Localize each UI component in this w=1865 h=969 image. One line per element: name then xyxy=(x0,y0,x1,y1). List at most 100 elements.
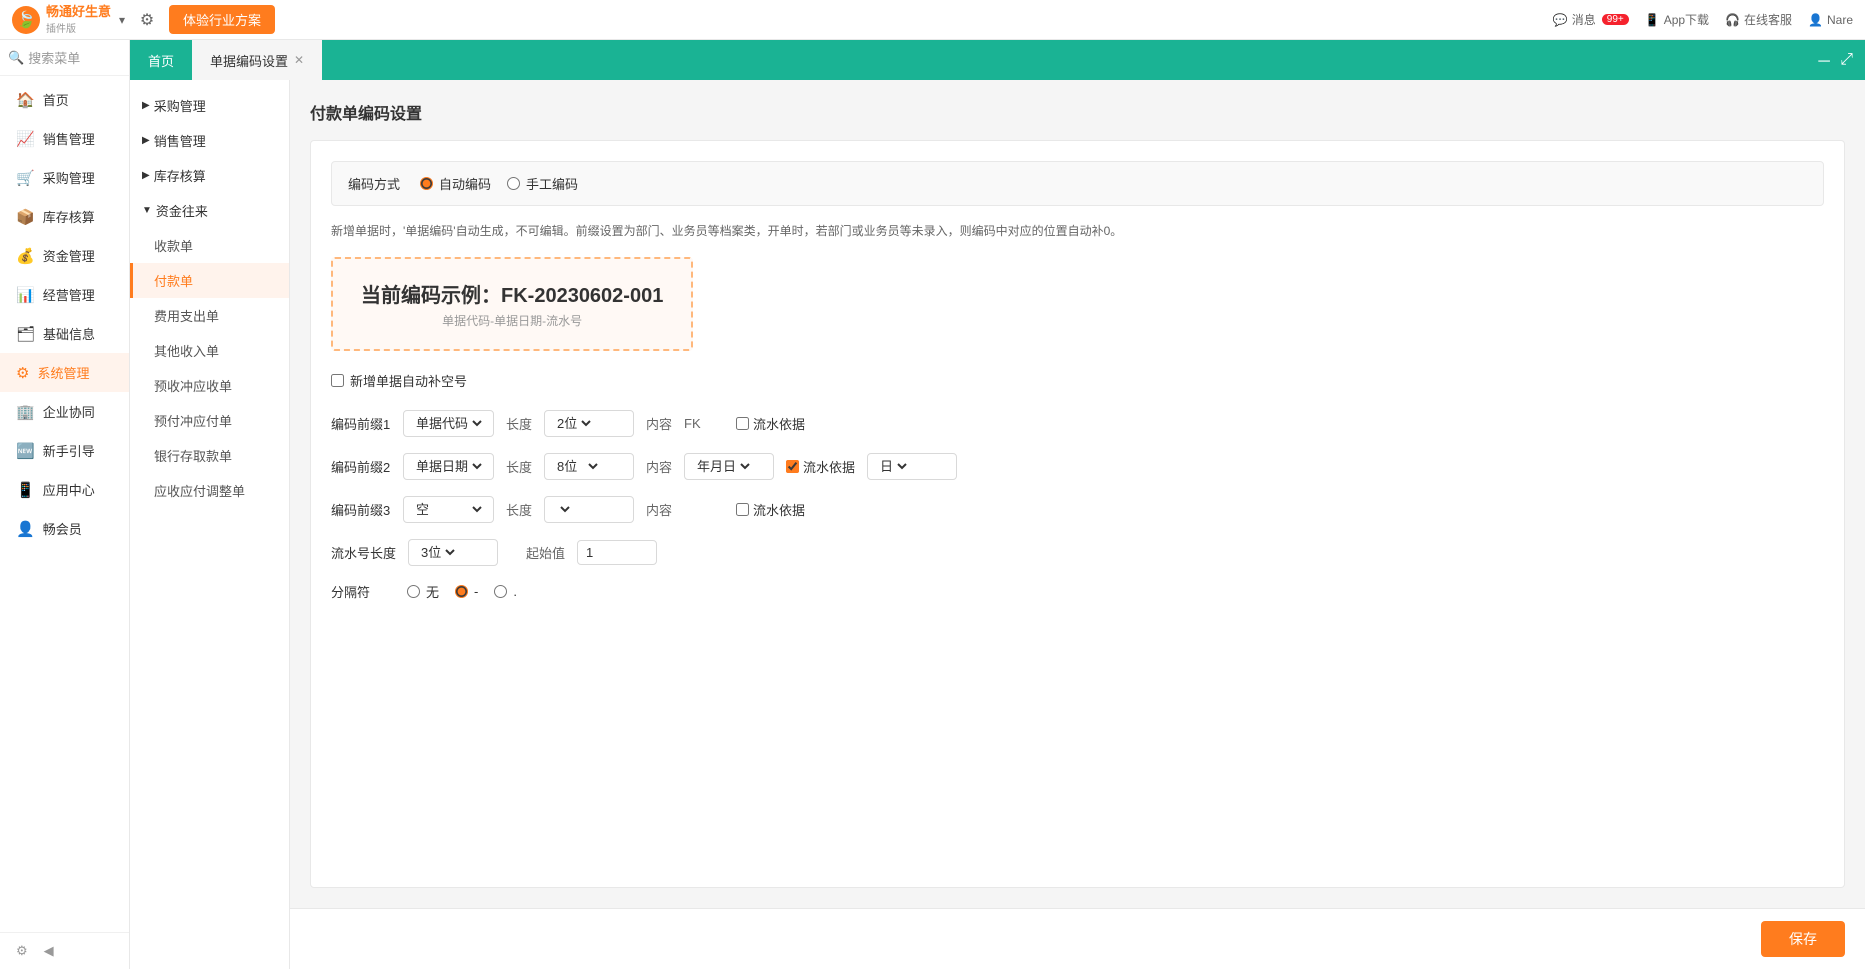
inventory-icon: 📦 xyxy=(16,208,35,226)
online-service-button[interactable]: 🎧 在线客服 xyxy=(1725,11,1792,28)
prefix2-select-input[interactable]: 单据代码 单据日期 部门 业务员 空 xyxy=(412,458,485,475)
prefix2-select[interactable]: 单据代码 单据日期 部门 业务员 空 xyxy=(403,453,494,480)
search-icon: 🔍 xyxy=(8,50,24,66)
auto-code-radio[interactable]: 自动编码 xyxy=(420,174,491,193)
prefix2-content-input[interactable]: 年月日 年月 年 xyxy=(693,458,753,475)
serial-len-input[interactable]: 3位 4位 5位 6位 xyxy=(417,544,458,561)
tab-home-label: 首页 xyxy=(148,51,174,70)
sep-dot-input[interactable] xyxy=(494,585,507,598)
prefix1-row: 编码前缀1 单据代码 单据日期 部门 业务员 空 长度 xyxy=(331,410,1824,437)
sidebar-item-base[interactable]: 🗂 基础信息 xyxy=(0,314,129,353)
sidebar-item-sales[interactable]: 📈 销售管理 xyxy=(0,119,129,158)
footer-settings-icon[interactable]: ⚙ xyxy=(16,943,28,959)
sidebar-item-enterprise[interactable]: 🏢 企业协同 xyxy=(0,392,129,431)
sub-item-payment[interactable]: 付款单 xyxy=(130,263,289,298)
sep-hyphen-input[interactable] xyxy=(455,585,468,598)
search-label: 搜索菜单 xyxy=(28,48,80,67)
sidebar-label-apps: 应用中心 xyxy=(43,480,95,499)
sub-item-prepay-pay[interactable]: 预付冲应付单 xyxy=(130,403,289,438)
sub-group-capital[interactable]: ▼ 资金往来 xyxy=(130,193,289,228)
sep-dot-radio[interactable]: . xyxy=(494,584,517,599)
app-download-button[interactable]: 📱 App下载 xyxy=(1645,11,1709,28)
logo-text-wrap: 畅通好生意 插件版 xyxy=(46,4,111,35)
auto-fill-checkbox[interactable] xyxy=(331,374,344,387)
sidebar-item-operations[interactable]: 📊 经营管理 xyxy=(0,275,129,314)
sub-item-expense[interactable]: 费用支出单 xyxy=(130,298,289,333)
prefix2-label: 编码前缀2 xyxy=(331,457,391,476)
sub-group-purchase[interactable]: ▶ 采购管理 xyxy=(130,88,289,123)
prefix1-select-input[interactable]: 单据代码 单据日期 部门 业务员 空 xyxy=(412,415,485,432)
sep-none-radio[interactable]: 无 xyxy=(407,582,439,601)
sidebar-label-enterprise: 企业协同 xyxy=(43,402,95,421)
message-button[interactable]: 💬 消息 99+ xyxy=(1553,11,1629,28)
sidebar-item-apps[interactable]: 📱 应用中心 xyxy=(0,470,129,509)
logo-sub: 插件版 xyxy=(46,20,111,35)
prefix2-waterfall-check[interactable]: 流水依据 xyxy=(786,457,855,476)
sidebar-item-member[interactable]: 👤 畅会员 xyxy=(0,509,129,548)
prefix2-unit-select[interactable]: 日 月 年 xyxy=(867,453,957,480)
serial-len-select[interactable]: 3位 4位 5位 6位 xyxy=(408,539,498,566)
tab-home[interactable]: 首页 xyxy=(130,40,192,80)
prefix2-len-select[interactable]: 4位 6位 8位 10位 xyxy=(544,453,634,480)
sidebar-item-finance[interactable]: 💰 资金管理 xyxy=(0,236,129,275)
user-avatar: 👤 xyxy=(1808,13,1823,27)
tab-minimize-icon[interactable]: － xyxy=(1816,48,1832,72)
prefix1-len-input[interactable]: 2位 4位 xyxy=(553,415,594,432)
prefix1-waterfall-check[interactable]: 流水依据 xyxy=(736,414,805,433)
prefix2-waterfall-input[interactable] xyxy=(786,460,799,473)
top-bar-right: 💬 消息 99+ 📱 App下载 🎧 在线客服 👤 Nare xyxy=(1553,11,1853,28)
sidebar-label-guide: 新手引导 xyxy=(43,441,95,460)
sep-none-input[interactable] xyxy=(407,585,420,598)
prefix3-waterfall-check[interactable]: 流水依据 xyxy=(736,500,805,519)
settings-icon[interactable]: ⚙ xyxy=(133,6,161,34)
sidebar-item-inventory[interactable]: 📦 库存核算 xyxy=(0,197,129,236)
manual-code-radio[interactable]: 手工编码 xyxy=(507,174,578,193)
prefix1-waterfall-input[interactable] xyxy=(736,417,749,430)
sidebar-label-ops: 经营管理 xyxy=(43,285,95,304)
sub-item-bank[interactable]: 银行存取款单 xyxy=(130,438,289,473)
auto-code-label: 自动编码 xyxy=(439,174,491,193)
trial-button[interactable]: 体验行业方案 xyxy=(169,5,275,34)
prefix3-len-select[interactable] xyxy=(544,496,634,523)
tab-bar: 首页 单据编码设置 ✕ － ⤢ xyxy=(130,40,1865,80)
user-menu[interactable]: 👤 Nare xyxy=(1808,13,1853,27)
sidebar-item-purchase[interactable]: 🛒 采购管理 xyxy=(0,158,129,197)
prefix3-waterfall-label: 流水依据 xyxy=(753,500,805,519)
manual-code-input[interactable] xyxy=(507,177,520,190)
prefix2-len-input[interactable]: 4位 6位 8位 10位 xyxy=(553,458,601,475)
prefix3-select[interactable]: 单据代码 单据日期 部门 业务员 空 xyxy=(403,496,494,523)
expand-button[interactable]: ▾ xyxy=(119,13,125,27)
coding-method-label: 编码方式 xyxy=(348,174,400,193)
prefix3-len-input[interactable] xyxy=(553,501,573,518)
coding-radio-group: 自动编码 手工编码 xyxy=(420,174,578,193)
sidebar-item-system[interactable]: ⚙ 系统管理 xyxy=(0,353,129,392)
prefix3-select-input[interactable]: 单据代码 单据日期 部门 业务员 空 xyxy=(412,501,485,518)
sep-hyphen-radio[interactable]: - xyxy=(455,584,478,599)
prefix3-waterfall-input[interactable] xyxy=(736,503,749,516)
sidebar: 🔍 搜索菜单 🏠 首页 📈 销售管理 🛒 采购管理 📦 库存核算 💰 xyxy=(0,40,130,969)
sub-item-receipt[interactable]: 收款单 xyxy=(130,228,289,263)
footer-collapse-icon[interactable]: ◀ xyxy=(44,943,54,959)
auto-fill-check-row[interactable]: 新增单据自动补空号 xyxy=(331,371,1824,390)
start-value-input[interactable] xyxy=(577,540,657,565)
save-button[interactable]: 保存 xyxy=(1761,921,1845,957)
sub-item-prepay-recv[interactable]: 预收冲应收单 xyxy=(130,368,289,403)
tab-maximize-icon[interactable]: ⤢ xyxy=(1840,51,1853,69)
sidebar-item-home[interactable]: 🏠 首页 xyxy=(0,80,129,119)
prefix2-unit-input[interactable]: 日 月 年 xyxy=(876,458,910,475)
search-menu-button[interactable]: 🔍 搜索菜单 xyxy=(0,40,129,76)
sub-item-adjust[interactable]: 应收应付调整单 xyxy=(130,473,289,508)
sub-item-income[interactable]: 其他收入单 xyxy=(130,333,289,368)
prefix1-len-select[interactable]: 2位 4位 xyxy=(544,410,634,437)
prefix2-content-select[interactable]: 年月日 年月 年 xyxy=(684,453,774,480)
prefix1-select[interactable]: 单据代码 单据日期 部门 业务员 空 xyxy=(403,410,494,437)
sidebar-item-guide[interactable]: 🆕 新手引导 xyxy=(0,431,129,470)
sub-group-sales[interactable]: ▶ 销售管理 xyxy=(130,123,289,158)
tab-encode-setting[interactable]: 单据编码设置 ✕ xyxy=(192,40,322,80)
sub-group-inventory[interactable]: ▶ 库存核算 xyxy=(130,158,289,193)
message-label: 消息 xyxy=(1572,11,1596,28)
auto-code-input[interactable] xyxy=(420,177,433,190)
auto-fill-label: 新增单据自动补空号 xyxy=(350,371,467,390)
logo-name: 畅通好生意 xyxy=(46,4,111,20)
tab-close-icon[interactable]: ✕ xyxy=(294,53,304,67)
